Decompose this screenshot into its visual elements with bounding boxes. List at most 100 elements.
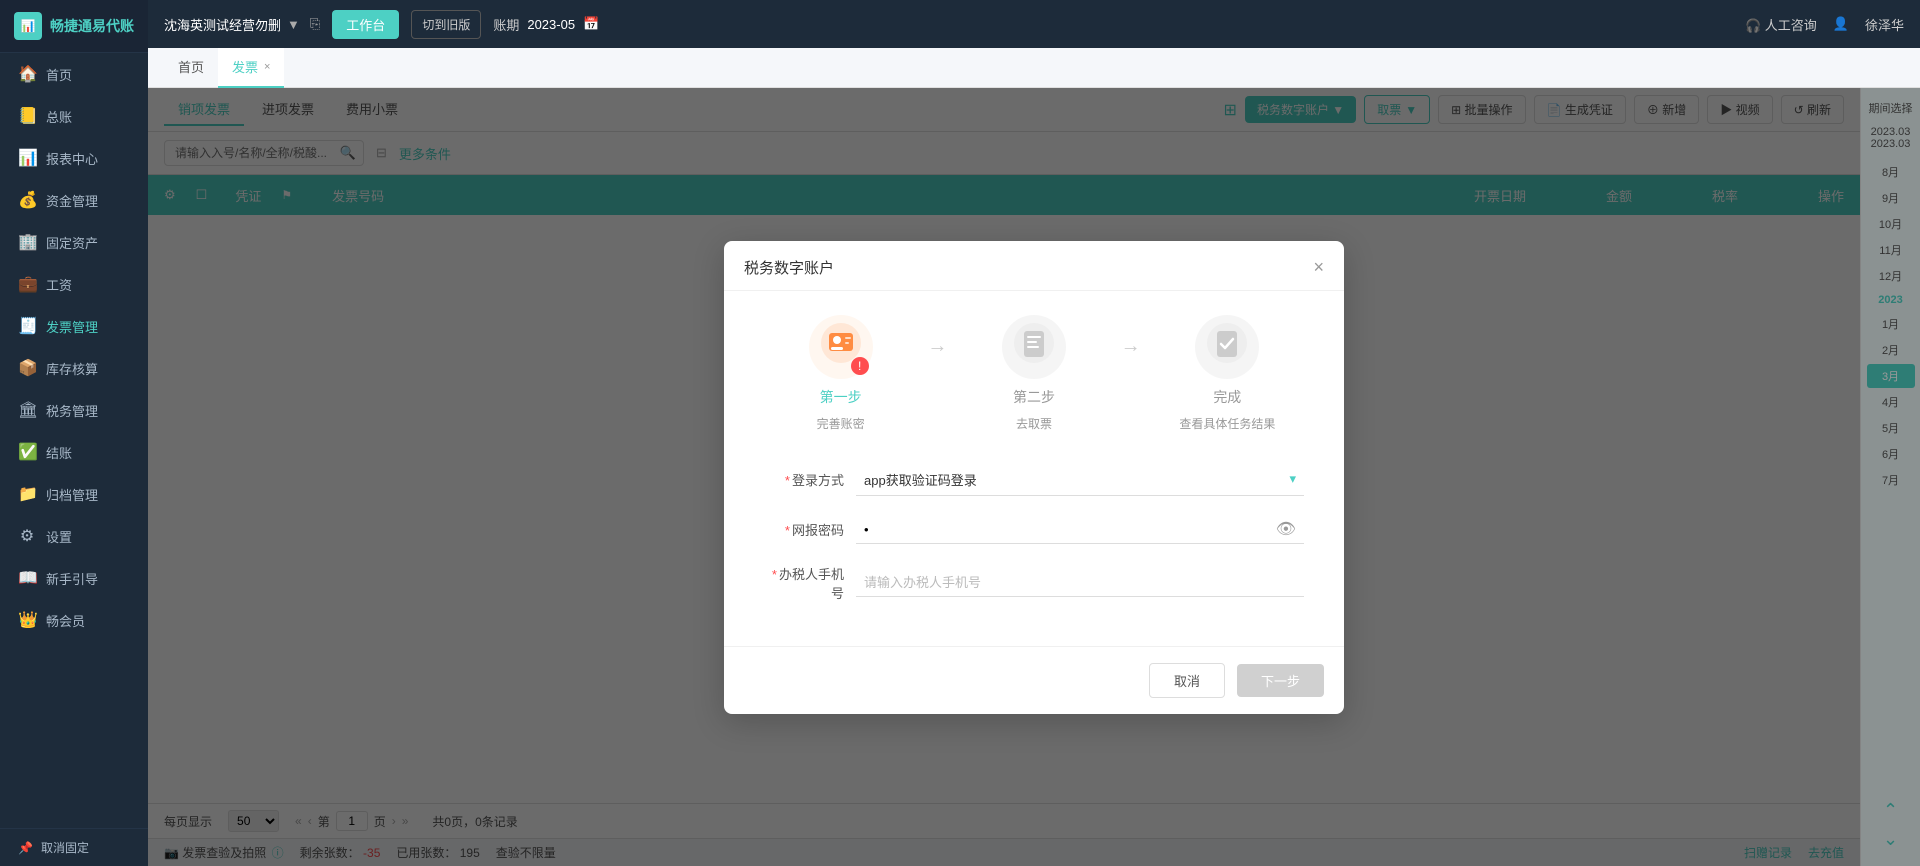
cancel-button[interactable]: 取消 — [1149, 663, 1225, 698]
password-field-wrap: 👁 — [856, 516, 1304, 544]
sidebar-item-label: 首页 — [46, 65, 72, 84]
step-3-icon-wrap — [1195, 315, 1259, 379]
login-method-value: app获取验证码登录 — [864, 470, 977, 489]
step-error-badge: ! — [851, 357, 869, 375]
sidebar-item-label: 新手引导 — [46, 569, 98, 588]
logo-icon: 📊 — [14, 12, 42, 40]
tab-invoice-close[interactable]: × — [264, 61, 270, 73]
step-2: 第二步 去取票 — [957, 315, 1110, 432]
pin-icon: 📌 — [18, 841, 33, 855]
step-3-icon — [1207, 323, 1247, 370]
calendar-icon: 📅 — [583, 16, 599, 32]
tax-icon: 🏛 — [18, 400, 36, 420]
step-1: ! 第一步 完善账密 — [764, 315, 917, 432]
step-1-label: 第一步 — [820, 387, 862, 407]
sidebar-item-home[interactable]: 🏠 首页 — [0, 53, 148, 95]
step-2-desc: 去取票 — [1016, 415, 1052, 432]
service-button[interactable]: 🎧 人工咨询 — [1745, 15, 1817, 34]
settings-icon: ⚙ — [18, 526, 36, 546]
sidebar-item-tax[interactable]: 🏛 税务管理 — [0, 389, 148, 431]
sidebar-item-ledger[interactable]: 📒 总账 — [0, 95, 148, 137]
phone-input[interactable] — [856, 569, 1304, 597]
sidebar-item-inventory[interactable]: 📦 库存核算 — [0, 347, 148, 389]
login-method-select[interactable]: app获取验证码登录 ▾ — [856, 464, 1304, 496]
sidebar-item-label: 结账 — [46, 443, 72, 462]
finance-icon: 💰 — [18, 190, 36, 210]
password-label: 网报密码 — [764, 520, 844, 539]
topbar-right: 🎧 人工咨询 👤 徐泽华 — [1745, 15, 1904, 34]
step-3-desc: 查看具体任务结果 — [1179, 415, 1275, 432]
content-area: 销项发票 进项发票 费用小票 ⊞ 税务数字账户 ▼ — [148, 88, 1920, 866]
archive-icon: 📁 — [18, 484, 36, 504]
member-icon: 👑 — [18, 610, 36, 630]
company-name: 沈海英测试经营勿删 — [164, 15, 281, 34]
dropdown-icon: ▼ — [287, 17, 300, 32]
sidebar-item-invoice[interactable]: 🧾 发票管理 — [0, 305, 148, 347]
sidebar-item-guide[interactable]: 📖 新手引导 — [0, 557, 148, 599]
eye-toggle-icon[interactable]: 👁 — [1268, 519, 1304, 539]
sidebar-item-close-account[interactable]: ✅ 结账 — [0, 431, 148, 473]
app-name: 畅捷通易代账 — [50, 16, 134, 36]
steps-indicator: ! 第一步 完善账密 → — [764, 315, 1304, 432]
sidebar-item-reports[interactable]: 📊 报表中心 — [0, 137, 148, 179]
user-avatar-icon: 👤 — [1833, 16, 1849, 32]
modal-title: 税务数字账户 — [744, 257, 834, 278]
tab-invoice[interactable]: 发票 × — [218, 48, 284, 88]
copy-icon: ⎘ — [310, 16, 320, 32]
sidebar-item-finance[interactable]: 💰 资金管理 — [0, 179, 148, 221]
modal-tax-digital-account: 税务数字账户 × — [724, 241, 1344, 714]
tab-bar: 首页 发票 × — [148, 48, 1920, 88]
step-arrow-2: → — [1111, 315, 1151, 358]
sidebar-item-label: 库存核算 — [46, 359, 98, 378]
ledger-icon: 📒 — [18, 106, 36, 126]
form-row-password: 网报密码 👁 — [764, 516, 1304, 544]
topbar: 沈海英测试经营勿删 ▼ ⎘ 工作台 切到旧版 账期 2023-05 📅 🎧 人工… — [148, 0, 1920, 48]
sidebar-item-label: 税务管理 — [46, 401, 98, 420]
form-row-login-method: 登录方式 app获取验证码登录 ▾ — [764, 464, 1304, 496]
modal-footer: 取消 下一步 — [724, 646, 1344, 714]
sidebar-item-payroll[interactable]: 💼 工资 — [0, 263, 148, 305]
guide-icon: 📖 — [18, 568, 36, 588]
step-arrow-1: → — [917, 315, 957, 358]
sidebar: 📊 畅捷通易代账 🏠 首页 📒 总账 📊 报表中心 💰 资金管理 🏢 固定资产 … — [0, 0, 148, 866]
step-1-desc: 完善账密 — [817, 415, 865, 432]
fixed-assets-icon: 🏢 — [18, 232, 36, 252]
sidebar-item-fixed-assets[interactable]: 🏢 固定资产 — [0, 221, 148, 263]
form-row-phone: 办税人手机号 — [764, 564, 1304, 602]
cancel-pin-button[interactable]: 📌 取消固定 — [0, 828, 148, 866]
sidebar-item-member[interactable]: 👑 畅会员 — [0, 599, 148, 641]
sidebar-item-archive[interactable]: 📁 归档管理 — [0, 473, 148, 515]
phone-label: 办税人手机号 — [764, 564, 844, 602]
main-area: 沈海英测试经营勿删 ▼ ⎘ 工作台 切到旧版 账期 2023-05 📅 🎧 人工… — [148, 0, 1920, 866]
period-label: 账期 — [493, 15, 519, 34]
step-3-label: 完成 — [1213, 387, 1241, 407]
step-3: 完成 查看具体任务结果 — [1151, 315, 1304, 432]
step-1-icon-wrap: ! — [809, 315, 873, 379]
service-label: 人工咨询 — [1765, 18, 1817, 33]
period-value: 2023-05 — [527, 17, 575, 32]
tab-home-label: 首页 — [178, 57, 204, 76]
close-account-icon: ✅ — [18, 442, 36, 462]
sidebar-item-label: 发票管理 — [46, 317, 98, 336]
tab-home[interactable]: 首页 — [164, 48, 218, 88]
modal-close-button[interactable]: × — [1313, 258, 1324, 276]
period-display: 账期 2023-05 📅 — [493, 15, 599, 34]
step-2-icon — [1014, 323, 1054, 370]
home-icon: 🏠 — [18, 64, 36, 84]
sidebar-item-label: 设置 — [46, 527, 72, 546]
next-button[interactable]: 下一步 — [1237, 664, 1324, 697]
modal-body: ! 第一步 完善账密 → — [724, 291, 1344, 646]
switch-version-button[interactable]: 切到旧版 — [411, 10, 481, 39]
password-input[interactable] — [856, 516, 1268, 543]
tab-invoice-label: 发票 — [232, 57, 258, 76]
workspace-button[interactable]: 工作台 — [332, 10, 399, 39]
app-logo: 📊 畅捷通易代账 — [0, 0, 148, 53]
sidebar-item-label: 总账 — [46, 107, 72, 126]
step-2-label: 第二步 — [1013, 387, 1055, 407]
reports-icon: 📊 — [18, 148, 36, 168]
invoice-icon: 🧾 — [18, 316, 36, 336]
user-name: 徐泽华 — [1865, 15, 1904, 34]
sidebar-item-settings[interactable]: ⚙ 设置 — [0, 515, 148, 557]
sidebar-item-label: 归档管理 — [46, 485, 98, 504]
company-selector[interactable]: 沈海英测试经营勿删 ▼ ⎘ — [164, 15, 320, 34]
